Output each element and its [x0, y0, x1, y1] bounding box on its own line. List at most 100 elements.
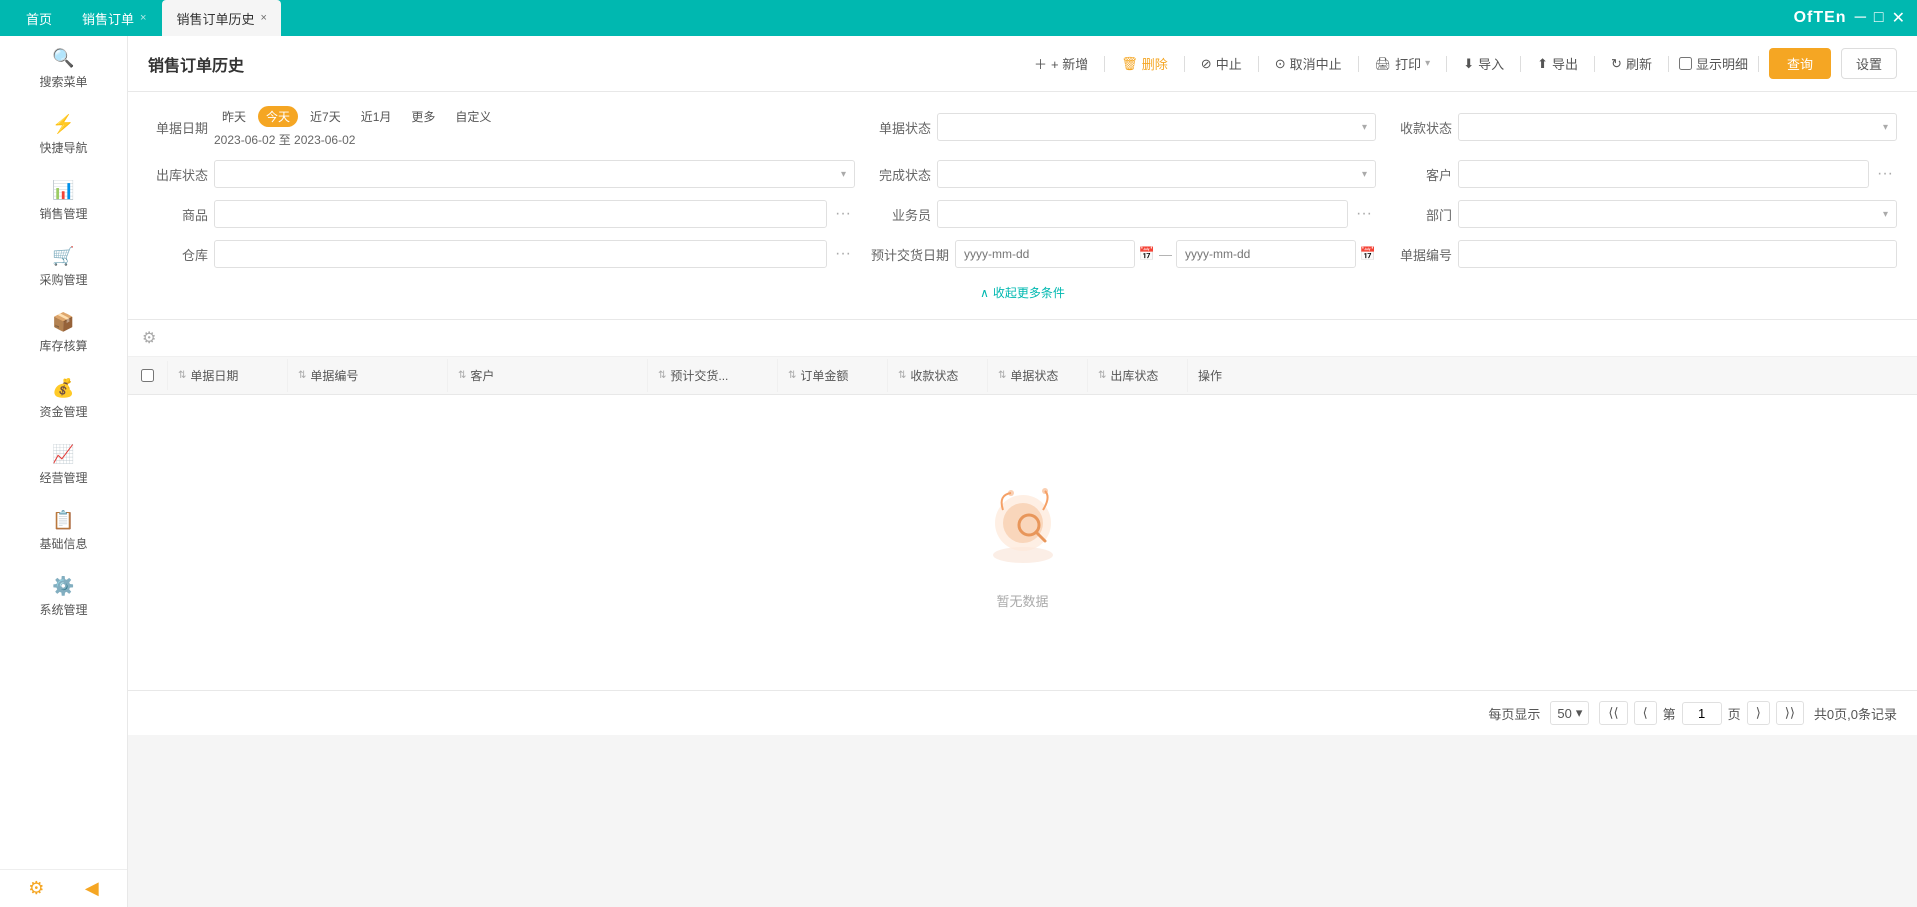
delivery-date-start[interactable] [955, 240, 1135, 268]
out-status-select[interactable]: ▾ [214, 160, 855, 188]
delete-button[interactable]: 🗑 删除 [1115, 50, 1174, 77]
calendar-icon-2[interactable]: 📅 [1360, 246, 1376, 262]
receipt-status-select[interactable]: ▾ [1458, 113, 1897, 141]
divider2 [1184, 56, 1185, 72]
new-button[interactable]: ＋ + 新增 [1028, 50, 1094, 77]
th-no[interactable]: ⇅ 单据编号 [288, 359, 448, 392]
th-order-status[interactable]: ⇅ 单据状态 [988, 359, 1088, 392]
divider1 [1104, 56, 1105, 72]
th-delivery[interactable]: ⇅ 预计交货... [648, 359, 778, 392]
table-header: ⇅ 单据日期 ⇅ 单据编号 ⇅ 客户 ⇅ 预计交货... ⇅ 订单金额 [128, 357, 1917, 395]
divider5 [1446, 56, 1447, 72]
filter-customer: 客户 ··· [1392, 160, 1897, 188]
sidebar-item-purchase[interactable]: 🛒 采购管理 [0, 234, 127, 300]
cancel-stop-icon: ⊙ [1275, 56, 1286, 72]
collapse-button[interactable]: ∧ 收起更多条件 [980, 284, 1065, 301]
collapse-row: ∧ 收起更多条件 [148, 280, 1897, 305]
th-out-status[interactable]: ⇅ 出库状态 [1088, 359, 1188, 392]
out-status-label: 出库状态 [148, 165, 208, 184]
th-amount[interactable]: ⇅ 订单金额 [778, 359, 888, 392]
date-tag-7days[interactable]: 近7天 [302, 106, 349, 127]
window-close-btn[interactable]: ✕ [1892, 8, 1905, 28]
customer-input[interactable] [1458, 160, 1869, 188]
calendar-icon-1[interactable]: 📅 [1139, 246, 1155, 262]
tab-sales-order-close[interactable]: × [140, 12, 146, 24]
stop-button[interactable]: ⊘ 中止 [1195, 50, 1248, 77]
settings-bottom-icon[interactable]: ⚙ [28, 878, 44, 899]
content-area: 销售订单历史 ＋ + 新增 🗑 删除 ⊘ 中止 ⊙ [128, 36, 1917, 907]
first-page-btn[interactable]: ⟨⟨ [1599, 701, 1627, 725]
filter-warehouse: 仓库 ··· [148, 240, 855, 268]
prev-page-btn[interactable]: ⟨ [1634, 701, 1657, 725]
th-date[interactable]: ⇅ 单据日期 [168, 359, 288, 392]
top-bar-right: OfTEn ─ □ ✕ [1794, 8, 1905, 28]
page-label: 第 [1663, 704, 1676, 723]
display-toggle-checkbox[interactable] [1679, 57, 1692, 70]
select-all-checkbox[interactable] [141, 369, 154, 382]
tab-sales-history[interactable]: 销售订单历史 × [162, 0, 280, 36]
sidebar-item-sales[interactable]: 📊 销售管理 [0, 168, 127, 234]
collapse-sidebar-icon[interactable]: ◀ [85, 878, 99, 899]
next-page-btn[interactable]: ⟩ [1747, 701, 1770, 725]
window-max-btn[interactable]: □ [1874, 9, 1884, 27]
page-size-select[interactable]: 50 ▾ [1550, 701, 1589, 725]
table-settings-icon[interactable]: ⚙ [142, 328, 156, 348]
date-tag-yesterday[interactable]: 昨天 [214, 106, 254, 127]
th-pay-status[interactable]: ⇅ 收款状态 [888, 359, 988, 392]
sidebar-item-inventory[interactable]: 📦 库存核算 [0, 300, 127, 366]
customer-dots[interactable]: ··· [1873, 165, 1897, 183]
sidebar-item-finance[interactable]: 💰 资金管理 [0, 366, 127, 432]
sidebar-item-quick-nav-label: 快捷导航 [39, 139, 87, 156]
page-size-value: 50 [1557, 706, 1571, 721]
order-status-select[interactable]: ▾ [937, 113, 1376, 141]
sidebar-bottom: ⚙ ◀ [0, 869, 127, 907]
main-layout: 🔍 搜索菜单 ⚡ 快捷导航 📊 销售管理 🛒 采购管理 📦 库存核算 💰 资金管… [0, 36, 1917, 907]
salesman-dots[interactable]: ··· [1352, 205, 1376, 223]
th-checkbox [128, 361, 168, 390]
warehouse-dots[interactable]: ··· [831, 245, 855, 263]
date-tag-1month[interactable]: 近1月 [353, 106, 400, 127]
setting-button[interactable]: 设置 [1841, 48, 1897, 79]
stop-label: 中止 [1216, 54, 1242, 73]
delete-label: 删除 [1142, 54, 1168, 73]
pagination: ⟨⟨ ⟨ 第 页 ⟩ ⟩⟩ [1599, 701, 1804, 725]
import-button[interactable]: ⬇ 导入 [1457, 50, 1510, 77]
salesman-input[interactable] [937, 200, 1348, 228]
product-dots[interactable]: ··· [831, 205, 855, 223]
query-button[interactable]: 查询 [1769, 48, 1831, 79]
divider4 [1358, 56, 1359, 72]
tab-sales-history-close[interactable]: × [260, 12, 266, 24]
page-number-input[interactable] [1682, 702, 1722, 725]
sidebar-item-search[interactable]: 🔍 搜索菜单 [0, 36, 127, 102]
export-button[interactable]: ⬆ 导出 [1531, 50, 1584, 77]
sidebar-item-operations[interactable]: 📈 经营管理 [0, 432, 127, 498]
product-input[interactable] [214, 200, 827, 228]
purchase-icon: 🛒 [52, 246, 74, 267]
date-tag-today[interactable]: 今天 [258, 106, 298, 127]
filter-date: 单据日期 昨天 今天 近7天 近1月 更多 自定义 2023-06-02 至 2… [148, 106, 855, 148]
complete-status-select[interactable]: ▾ [937, 160, 1376, 188]
th-order-status-label: 单据状态 [1010, 367, 1058, 384]
date-tag-custom[interactable]: 自定义 [447, 106, 499, 127]
date-tag-more[interactable]: 更多 [403, 106, 443, 127]
sidebar-item-system[interactable]: ⚙️ 系统管理 [0, 564, 127, 630]
sidebar-item-quick-nav[interactable]: ⚡ 快捷导航 [0, 102, 127, 168]
cancel-stop-button[interactable]: ⊙ 取消中止 [1269, 50, 1348, 77]
order-status-chevron: ▾ [1362, 122, 1367, 133]
sidebar-item-basic-info[interactable]: 📋 基础信息 [0, 498, 127, 564]
tab-home[interactable]: 首页 [12, 0, 66, 36]
filter-row-2: 出库状态 ▾ 完成状态 ▾ 客户 [148, 160, 1897, 188]
sidebar: 🔍 搜索菜单 ⚡ 快捷导航 📊 销售管理 🛒 采购管理 📦 库存核算 💰 资金管… [0, 36, 128, 907]
window-min-btn[interactable]: ─ [1855, 9, 1866, 27]
th-customer[interactable]: ⇅ 客户 [448, 359, 648, 392]
order-no-input[interactable] [1458, 240, 1897, 268]
tab-sales-order[interactable]: 销售订单 × [68, 0, 160, 36]
warehouse-input[interactable] [214, 240, 827, 268]
last-page-btn[interactable]: ⟩⟩ [1776, 701, 1804, 725]
print-button[interactable]: 🖨 打印 ▾ [1369, 50, 1437, 77]
delivery-date-end[interactable] [1176, 240, 1356, 268]
dept-select[interactable]: ▾ [1458, 200, 1897, 228]
sidebar-item-sales-label: 销售管理 [39, 205, 87, 222]
refresh-button[interactable]: ↻ 刷新 [1605, 50, 1658, 77]
import-label: 导入 [1478, 54, 1504, 73]
